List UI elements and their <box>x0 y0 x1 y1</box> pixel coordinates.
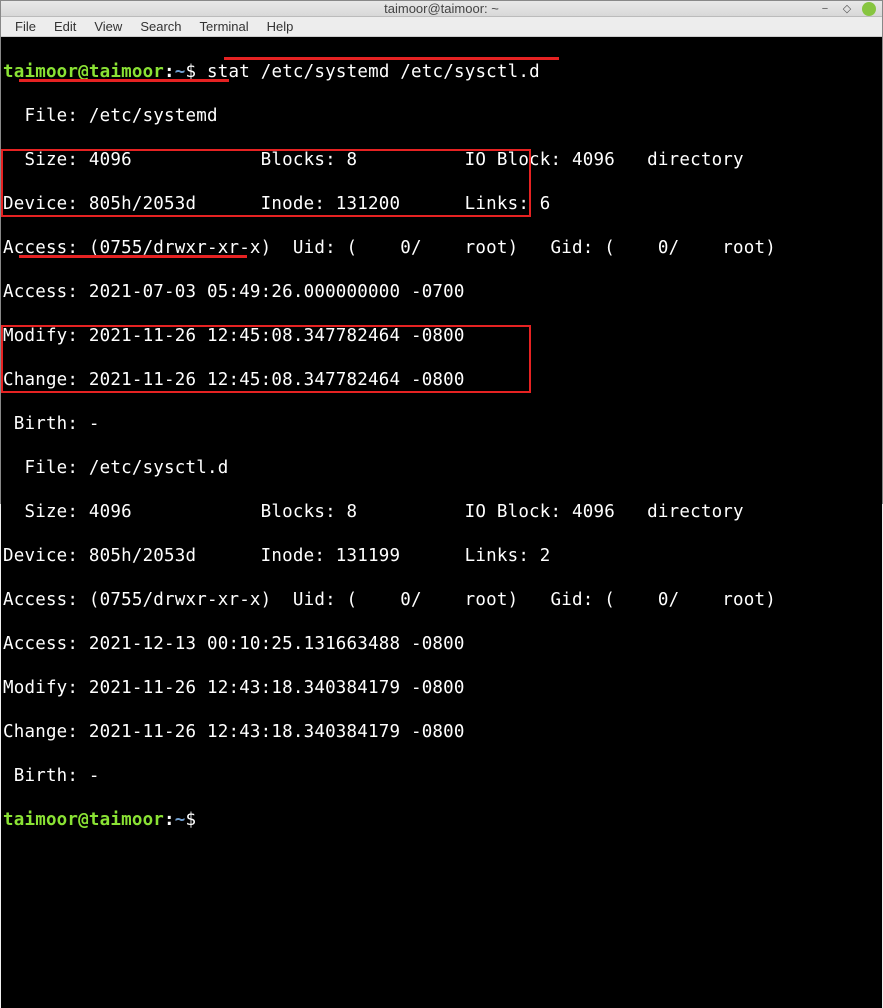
output-device1: Device: 805h/2053d Inode: 131200 Links: … <box>3 193 880 215</box>
menu-search[interactable]: Search <box>132 17 189 36</box>
menu-file[interactable]: File <box>7 17 44 36</box>
annotation-underline-file2 <box>19 255 247 258</box>
output-file1: File: /etc/systemd <box>3 105 880 127</box>
menu-edit[interactable]: Edit <box>46 17 84 36</box>
maximize-button[interactable]: ◇ <box>840 2 854 16</box>
window-title: taimoor@taimoor: ~ <box>384 1 499 16</box>
terminal-window: taimoor@taimoor: ~ − ◇ File Edit View Se… <box>0 0 883 504</box>
output-access2: Access: 2021-12-13 00:10:25.131663488 -0… <box>3 633 880 655</box>
close-button[interactable] <box>862 2 876 16</box>
output-device2: Device: 805h/2053d Inode: 131199 Links: … <box>3 545 880 567</box>
terminal-content[interactable]: taimoor@taimoor:~$ stat /etc/systemd /et… <box>1 37 882 1008</box>
command-text: stat /etc/systemd /etc/sysctl.d <box>207 62 540 82</box>
output-modify1: Modify: 2021-11-26 12:45:08.347782464 -0… <box>3 325 880 347</box>
output-change1: Change: 2021-11-26 12:45:08.347782464 -0… <box>3 369 880 391</box>
output-birth1: Birth: - <box>3 413 880 435</box>
minimize-button[interactable]: − <box>818 2 832 16</box>
output-size1: Size: 4096 Blocks: 8 IO Block: 4096 dire… <box>3 149 880 171</box>
window-controls: − ◇ <box>818 2 876 16</box>
output-size2: Size: 4096 Blocks: 8 IO Block: 4096 dire… <box>3 501 880 523</box>
menu-help[interactable]: Help <box>259 17 302 36</box>
output-file2: File: /etc/sysctl.d <box>3 457 880 479</box>
prompt-colon-2: : <box>164 810 175 830</box>
output-modify2: Modify: 2021-11-26 12:43:18.340384179 -0… <box>3 677 880 699</box>
prompt-path-2: ~ <box>175 810 186 830</box>
annotation-underline-file1 <box>19 79 229 82</box>
prompt-dollar-2: $ <box>186 810 197 830</box>
output-access1: Access: 2021-07-03 05:49:26.000000000 -0… <box>3 281 880 303</box>
output-perm2: Access: (0755/drwxr-xr-x) Uid: ( 0/ root… <box>3 589 880 611</box>
prompt-user-2: taimoor@taimoor <box>3 810 164 830</box>
menu-view[interactable]: View <box>86 17 130 36</box>
menubar: File Edit View Search Terminal Help <box>1 17 882 37</box>
titlebar: taimoor@taimoor: ~ − ◇ <box>1 1 882 17</box>
output-change2: Change: 2021-11-26 12:43:18.340384179 -0… <box>3 721 880 743</box>
output-birth2: Birth: - <box>3 765 880 787</box>
annotation-underline-command <box>224 57 559 60</box>
menu-terminal[interactable]: Terminal <box>192 17 257 36</box>
